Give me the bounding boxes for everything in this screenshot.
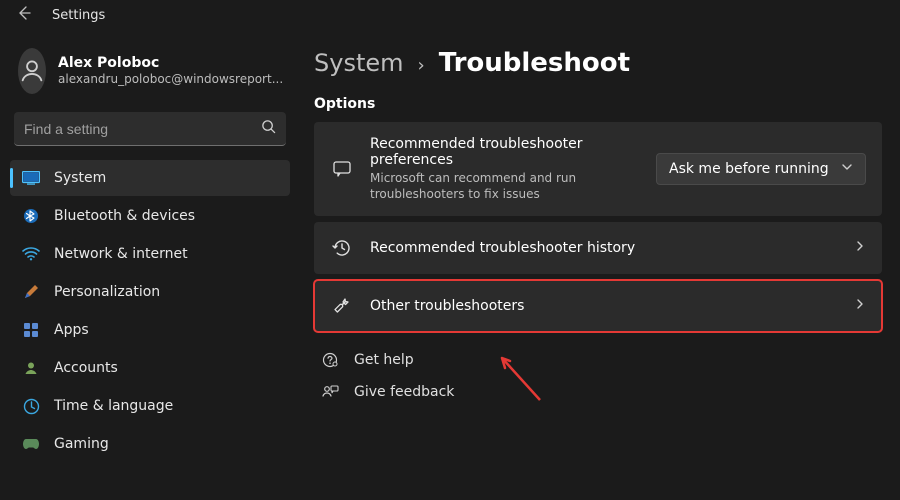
- accounts-icon: [22, 359, 40, 377]
- sidebar-item-time-language[interactable]: Time & language: [10, 388, 290, 424]
- sidebar-item-label: Time & language: [54, 398, 173, 414]
- paintbrush-icon: [22, 283, 40, 301]
- bluetooth-icon: [22, 207, 40, 225]
- link-label: Get help: [354, 352, 414, 368]
- row-title: Recommended troubleshooter preferences: [370, 136, 640, 168]
- link-give-feedback[interactable]: Give feedback: [320, 382, 882, 402]
- user-block[interactable]: Alex Poloboc alexandru_poloboc@windowsre…: [10, 38, 290, 112]
- sidebar-item-system[interactable]: System: [10, 160, 290, 196]
- search-icon: [261, 119, 276, 138]
- row-troubleshooter-history[interactable]: Recommended troubleshooter history: [314, 222, 882, 274]
- breadcrumb: System › Troubleshoot: [314, 48, 882, 78]
- row-title: Recommended troubleshooter history: [370, 240, 838, 256]
- page-title: Troubleshoot: [439, 48, 630, 78]
- clock-globe-icon: [22, 397, 40, 415]
- sidebar-item-bluetooth[interactable]: Bluetooth & devices: [10, 198, 290, 234]
- sidebar-item-label: Bluetooth & devices: [54, 208, 195, 224]
- row-subtitle: Microsoft can recommend and run troubles…: [370, 170, 630, 202]
- apps-icon: [22, 321, 40, 339]
- link-label: Give feedback: [354, 384, 454, 400]
- wifi-icon: [22, 245, 40, 263]
- avatar: [18, 48, 46, 94]
- chat-icon: [330, 157, 354, 181]
- row-title: Other troubleshooters: [370, 298, 838, 314]
- recommended-dropdown[interactable]: Ask me before running: [656, 153, 866, 185]
- wrench-icon: [330, 294, 354, 318]
- search-input[interactable]: [24, 121, 261, 137]
- sidebar-item-apps[interactable]: Apps: [10, 312, 290, 348]
- row-recommended-preferences[interactable]: Recommended troubleshooter preferences M…: [314, 122, 882, 216]
- sidebar-item-personalization[interactable]: Personalization: [10, 274, 290, 310]
- sidebar-item-label: Gaming: [54, 436, 109, 452]
- breadcrumb-parent[interactable]: System: [314, 49, 404, 77]
- app-title: Settings: [52, 8, 105, 23]
- sidebar-item-label: Apps: [54, 322, 89, 338]
- user-email: alexandru_poloboc@windowsreport...: [58, 72, 283, 87]
- chevron-right-icon: [854, 298, 866, 314]
- back-icon[interactable]: [16, 5, 32, 25]
- help-icon: [320, 350, 340, 370]
- chevron-right-icon: ›: [418, 55, 425, 76]
- dropdown-value: Ask me before running: [669, 161, 829, 177]
- section-header-options: Options: [314, 96, 882, 112]
- sidebar-item-accounts[interactable]: Accounts: [10, 350, 290, 386]
- sidebar-item-label: Personalization: [54, 284, 160, 300]
- sidebar-item-label: Accounts: [54, 360, 118, 376]
- gaming-icon: [22, 435, 40, 453]
- sidebar-item-network[interactable]: Network & internet: [10, 236, 290, 272]
- sidebar-item-gaming[interactable]: Gaming: [10, 426, 290, 462]
- feedback-icon: [320, 382, 340, 402]
- search-box[interactable]: [14, 112, 286, 146]
- history-icon: [330, 236, 354, 260]
- link-get-help[interactable]: Get help: [320, 350, 882, 370]
- system-icon: [22, 169, 40, 187]
- sidebar-item-label: Network & internet: [54, 246, 188, 262]
- chevron-down-icon: [841, 161, 853, 177]
- row-other-troubleshooters[interactable]: Other troubleshooters: [314, 280, 882, 332]
- chevron-right-icon: [854, 240, 866, 256]
- user-name: Alex Poloboc: [58, 55, 283, 73]
- sidebar-item-label: System: [54, 170, 106, 186]
